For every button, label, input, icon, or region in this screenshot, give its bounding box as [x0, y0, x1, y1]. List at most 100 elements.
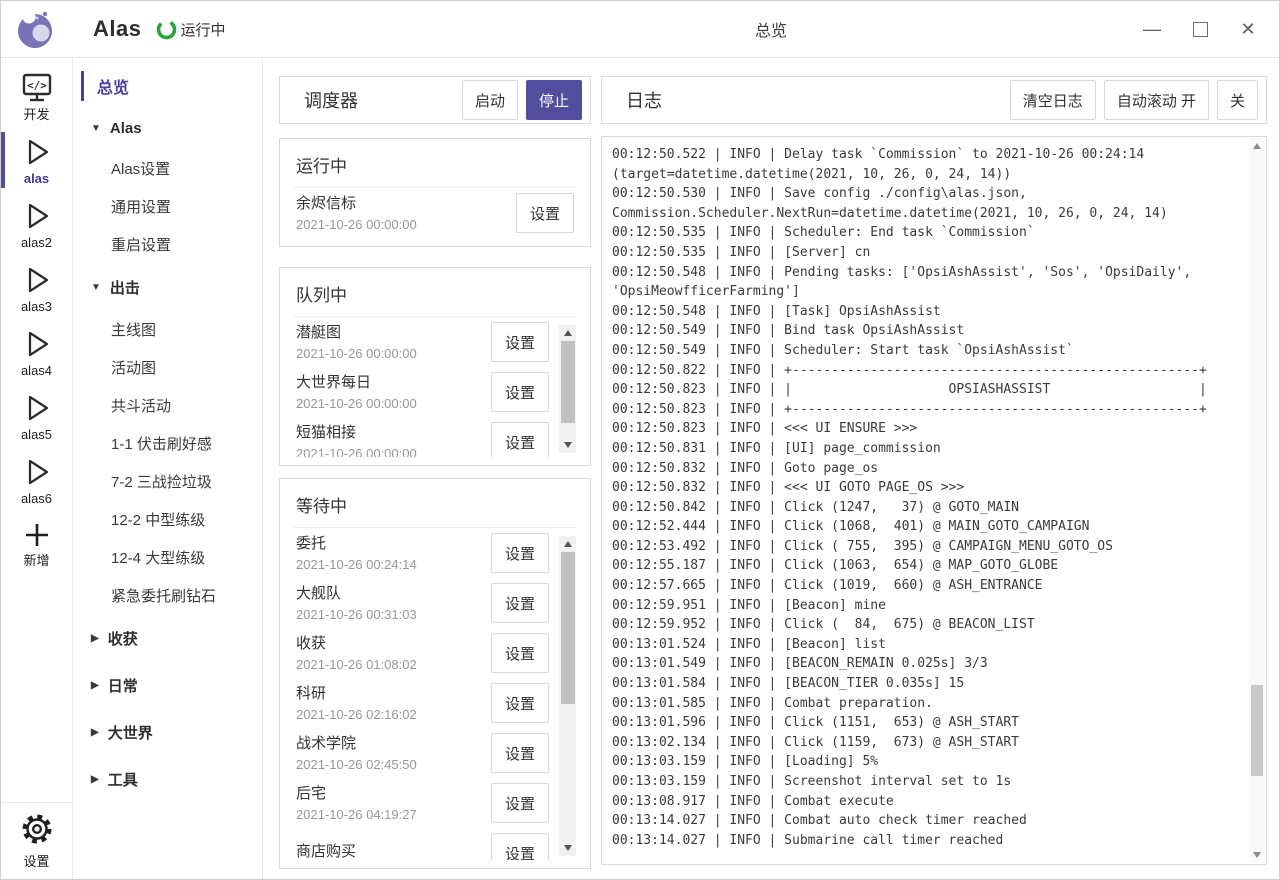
page-title: 总览	[263, 17, 1279, 41]
menu-item[interactable]: 1-1 伏击刷好感	[73, 425, 262, 463]
task-settings-button[interactable]: 设置	[491, 372, 549, 412]
task-next-run-time: 2021-10-26 00:31:03	[296, 607, 491, 623]
menu-item[interactable]: ▼出击	[73, 264, 262, 311]
task-settings-button[interactable]: 设置	[491, 633, 549, 673]
task-info: 后宅2021-10-26 04:19:27	[296, 784, 491, 823]
scrollbar-thumb[interactable]	[561, 341, 575, 423]
menu-item[interactable]: ▼ Alas	[73, 107, 262, 150]
autoscroll-on-button[interactable]: 自动滚动 开	[1104, 80, 1209, 120]
task-settings-button[interactable]: 设置	[491, 422, 549, 457]
rail-item-alas[interactable]: alas	[1, 128, 72, 192]
task-next-run-time: 2021-10-26 00:00:00	[296, 446, 491, 458]
rail-item-alas5[interactable]: alas5	[1, 384, 72, 448]
running-title: 运行中	[294, 139, 576, 188]
task-row: 委托2021-10-26 00:24:14设置	[294, 528, 551, 578]
log-scrollbar	[1249, 138, 1265, 863]
rail-item-add[interactable]: 新增	[1, 512, 72, 574]
menu-item[interactable]: 活动图	[73, 349, 262, 387]
scheduler-title: 调度器	[304, 87, 454, 113]
app-window: Alas 运行中 总览 — ✕ </>	[0, 0, 1280, 880]
stop-button[interactable]: 停止	[526, 80, 582, 120]
play-icon	[20, 392, 54, 424]
task-settings-button[interactable]: 设置	[516, 193, 574, 233]
scheduler-header: 调度器 启动 停止	[279, 76, 591, 124]
rail-item-dev[interactable]: </> 开发	[1, 64, 72, 128]
task-row: 大世界每日2021-10-26 00:00:00设置	[294, 367, 551, 417]
rail-item-alas3[interactable]: alas3	[1, 256, 72, 320]
scrollbar-thumb[interactable]	[561, 552, 575, 704]
menu-item[interactable]: 共斗活动	[73, 387, 262, 425]
menu-item[interactable]: 紧急委托刷钻石	[73, 577, 262, 615]
task-name: 潜艇图	[296, 323, 491, 343]
side-menu: 总览 ▼ Alas Alas设置通用设置重启设置▼出击主线图活动图共斗活动 1-1 伏击…	[73, 58, 263, 879]
task-info: 余烬信标2021-10-26 00:00:00	[296, 194, 516, 233]
task-settings-button[interactable]: 设置	[491, 583, 549, 623]
task-name: 商店购买	[296, 842, 491, 861]
header: Alas 运行中 总览 — ✕	[1, 1, 1279, 58]
queued-card: 队列中 潜艇图2021-10-26 00:00:00设置大世界每日2021-10…	[279, 267, 591, 466]
menu-item[interactable]: 总览	[81, 71, 262, 101]
maximize-icon[interactable]	[1189, 18, 1211, 40]
menu-item[interactable]: 主线图	[73, 311, 262, 349]
menu-item[interactable]: Alas设置	[73, 150, 262, 188]
status-text: 运行中	[180, 19, 225, 40]
menu-item[interactable]: 12-4 大型练级	[73, 539, 262, 577]
scroll-up-icon[interactable]	[564, 330, 572, 336]
task-settings-button[interactable]: 设置	[491, 783, 549, 823]
menu-item-label: Alas	[110, 120, 142, 137]
minimize-icon[interactable]: —	[1141, 18, 1163, 40]
task-info: 短猫相接2021-10-26 00:00:00	[296, 423, 491, 458]
task-name: 后宅	[296, 784, 491, 804]
menu-item[interactable]: ▶收获	[73, 615, 262, 662]
instance-rail: </> 开发 alas alas2	[1, 58, 73, 879]
window-controls: — ✕	[1141, 18, 1265, 40]
task-next-run-time: 2021-10-26 00:24:14	[296, 557, 491, 573]
menu-item[interactable]: ▶大世界	[73, 709, 262, 756]
task-settings-button[interactable]: 设置	[491, 533, 549, 573]
menu-item-label: 7-2 三战捡垃圾	[111, 474, 212, 491]
chevron-right-icon: ▶	[91, 727, 99, 738]
task-name: 大世界每日	[296, 373, 491, 393]
chevron-right-icon: ▶	[91, 633, 99, 644]
menu-item[interactable]: 通用设置	[73, 188, 262, 226]
scroll-down-icon[interactable]	[564, 442, 572, 448]
task-info: 科研2021-10-26 02:16:02	[296, 684, 491, 723]
chevron-down-icon: ▼	[91, 123, 101, 134]
menu-item-label: 12-2 中型练级	[111, 512, 205, 529]
svg-text:</>: </>	[27, 79, 47, 92]
rail-item-alas6[interactable]: alas6	[1, 448, 72, 512]
scroll-up-icon[interactable]	[564, 541, 572, 547]
task-info: 商店购买	[296, 842, 491, 861]
close-icon[interactable]: ✕	[1237, 18, 1259, 40]
task-settings-button[interactable]: 设置	[491, 833, 549, 860]
menu-item[interactable]: 重启设置	[73, 226, 262, 264]
scroll-up-icon[interactable]	[1253, 143, 1261, 149]
scrollbar	[559, 325, 576, 453]
rail-item-alas2[interactable]: alas2	[1, 192, 72, 256]
task-info: 委托2021-10-26 00:24:14	[296, 534, 491, 573]
menu-item[interactable]: ▶工具	[73, 756, 262, 803]
menu-item-label: 活动图	[111, 360, 156, 377]
scroll-down-icon[interactable]	[1253, 852, 1261, 858]
menu-item-label: 紧急委托刷钻石	[111, 588, 216, 605]
menu-item[interactable]: 12-2 中型练级	[73, 501, 262, 539]
start-button[interactable]: 启动	[462, 80, 518, 120]
play-icon	[20, 136, 54, 168]
task-name: 收获	[296, 634, 491, 654]
clear-log-button[interactable]: 清空日志	[1010, 80, 1096, 120]
task-settings-button[interactable]: 设置	[491, 322, 549, 362]
menu-item-label: 1-1 伏击刷好感	[111, 436, 212, 453]
task-name: 大舰队	[296, 584, 491, 604]
scrollbar-thumb[interactable]	[1251, 685, 1263, 776]
menu-item[interactable]: 7-2 三战捡垃圾	[73, 463, 262, 501]
menu-item[interactable]: ▶日常	[73, 662, 262, 709]
task-settings-button[interactable]: 设置	[491, 733, 549, 773]
scroll-down-icon[interactable]	[564, 845, 572, 851]
rail-item-alas4[interactable]: alas4	[1, 320, 72, 384]
task-settings-button[interactable]: 设置	[491, 683, 549, 723]
rail-item-settings[interactable]: 设置	[1, 802, 72, 879]
task-name: 余烬信标	[296, 194, 516, 214]
play-icon	[20, 264, 54, 296]
autoscroll-off-button[interactable]: 关	[1217, 80, 1258, 120]
task-row: 收获2021-10-26 01:08:02设置	[294, 628, 551, 678]
